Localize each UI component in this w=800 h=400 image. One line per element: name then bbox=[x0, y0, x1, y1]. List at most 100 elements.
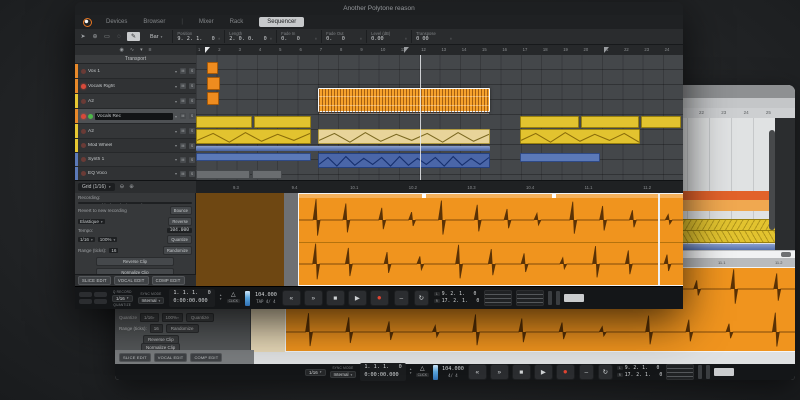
loop-button[interactable]: ↻ bbox=[598, 364, 613, 380]
bounce-button[interactable]: Bounce bbox=[170, 206, 192, 215]
stop-button[interactable]: ■ bbox=[326, 290, 345, 306]
comp-edit-button[interactable]: COMP EDIT bbox=[152, 276, 185, 285]
field-transpose[interactable]: Transpose0 00⬍ bbox=[411, 30, 456, 43]
field-level-db-[interactable]: Level (dB)0.00⬍ bbox=[366, 30, 411, 43]
clip[interactable] bbox=[641, 116, 681, 128]
vocal-edit-button[interactable]: VOCAL EDIT bbox=[154, 353, 188, 362]
quantize-pct-dropdown[interactable]: 100%▾ bbox=[162, 313, 183, 322]
quantize-button[interactable]: Quantize bbox=[167, 235, 192, 244]
audio-clip[interactable] bbox=[298, 193, 683, 286]
selected-clip[interactable] bbox=[318, 88, 490, 112]
field-position[interactable]: Position9. 2. 1. 0⬍ bbox=[172, 30, 224, 43]
record-arm-button[interactable] bbox=[81, 171, 86, 176]
scroll-thumb[interactable] bbox=[781, 252, 791, 257]
field-fade-out[interactable]: Fade Out0. 0⬍ bbox=[321, 30, 366, 43]
clip[interactable] bbox=[520, 153, 600, 162]
precount-button[interactable]: – bbox=[579, 364, 594, 380]
sync-setting[interactable]: SYNC MODE Internal▾ bbox=[330, 366, 357, 378]
transport-track-header[interactable]: Transport bbox=[75, 55, 196, 64]
solo-button[interactable]: S bbox=[189, 113, 195, 119]
clip[interactable] bbox=[520, 116, 579, 128]
play-button[interactable]: ▶ bbox=[348, 290, 367, 306]
blocks-panel[interactable] bbox=[516, 290, 544, 306]
record-button[interactable]: ● bbox=[370, 290, 389, 306]
field-value[interactable]: 9. 2. 1. 0⬍ bbox=[177, 36, 220, 42]
range-value[interactable]: 16 bbox=[109, 248, 118, 253]
solo-button[interactable]: S bbox=[189, 83, 195, 89]
menu-item-browser[interactable]: Browser bbox=[143, 19, 165, 25]
field-fade-in[interactable]: Fade In0. 0⬍ bbox=[276, 30, 321, 43]
clip[interactable] bbox=[207, 92, 219, 105]
vocal-edit-button[interactable]: VOCAL EDIT bbox=[114, 276, 149, 285]
solo-button[interactable]: S bbox=[189, 68, 195, 74]
track-row[interactable]: Vox 1▾MS bbox=[75, 64, 196, 79]
chevron-down-icon[interactable]: ▾ bbox=[175, 99, 177, 104]
fast-forward-button[interactable]: » bbox=[490, 364, 509, 380]
comp-section-divider[interactable] bbox=[658, 194, 660, 285]
position-stepper[interactable]: ▴▾ bbox=[410, 368, 412, 376]
selection-tool-icon[interactable]: ➤ bbox=[79, 33, 87, 40]
chevron-down-icon[interactable]: ▾ bbox=[175, 157, 177, 162]
stepper-icon[interactable]: ⬍ bbox=[450, 36, 452, 42]
field-value[interactable]: 0.00⬍ bbox=[371, 36, 407, 42]
quantize-value-dropdown[interactable]: 1/16▾ bbox=[140, 313, 159, 322]
transport-mode-toggles[interactable] bbox=[79, 292, 107, 304]
play-button[interactable]: ▶ bbox=[534, 364, 553, 380]
window-titlebar[interactable]: Another Polytone reason bbox=[75, 2, 683, 15]
chevron-down-icon[interactable]: ▾ bbox=[175, 69, 177, 74]
quantize-setting[interactable]: 1/16▾ bbox=[305, 369, 326, 376]
sequencer-window[interactable]: Another Polytone reason DevicesBrowser|M… bbox=[75, 2, 683, 309]
record-arm-button[interactable] bbox=[81, 143, 86, 148]
rewind-button[interactable]: « bbox=[282, 290, 301, 306]
track-row[interactable]: Vocals Right▾MS bbox=[75, 79, 196, 94]
zoom-out-icon[interactable]: ⊖ bbox=[120, 184, 125, 190]
chevron-down-icon[interactable]: ▾ bbox=[175, 114, 177, 119]
clip[interactable] bbox=[318, 153, 490, 168]
chevron-down-icon[interactable]: ▾ bbox=[175, 129, 177, 134]
quantize-button[interactable]: Quantize bbox=[186, 313, 214, 322]
track-row[interactable]: A2▾MS bbox=[75, 94, 196, 109]
solo-button[interactable]: S bbox=[189, 98, 195, 104]
fast-forward-button[interactable]: » bbox=[304, 290, 323, 306]
chevron-down-icon[interactable]: ▾ bbox=[140, 47, 143, 53]
clip[interactable] bbox=[520, 129, 640, 144]
slice-edit-button[interactable]: SLICE EDIT bbox=[119, 353, 151, 362]
field-value[interactable]: 0. 0⬍ bbox=[281, 36, 317, 42]
record-enable-icon[interactable]: ◉ bbox=[119, 47, 123, 53]
record-button[interactable]: ● bbox=[556, 364, 575, 380]
snap-value-dropdown[interactable]: Bar▾ bbox=[150, 34, 162, 40]
stepper-icon[interactable]: ⬍ bbox=[218, 36, 220, 42]
comp-edit-button[interactable]: COMP EDIT bbox=[190, 353, 222, 362]
click-section[interactable]: △CLICK bbox=[416, 367, 429, 377]
position-marker[interactable] bbox=[205, 47, 210, 53]
clip[interactable] bbox=[196, 170, 250, 179]
menu-item-devices[interactable]: Devices bbox=[106, 19, 127, 25]
clip[interactable] bbox=[196, 153, 311, 161]
rewind-button[interactable]: « bbox=[468, 364, 487, 380]
precount-button[interactable]: – bbox=[394, 290, 409, 306]
locator-marker[interactable] bbox=[604, 47, 609, 53]
bg-vertical-scrollbar[interactable] bbox=[769, 130, 775, 230]
recording-file[interactable]: TL_BV135_black_02-b2 imported bbox=[78, 202, 192, 204]
mute-button[interactable]: M bbox=[180, 143, 186, 149]
field-value[interactable]: 0 00⬍ bbox=[416, 36, 452, 42]
range-value[interactable]: 16 bbox=[150, 324, 163, 333]
click-level-meter[interactable] bbox=[433, 365, 438, 380]
clip[interactable] bbox=[254, 116, 311, 128]
tempo-value[interactable]: 104.000 bbox=[167, 228, 192, 233]
record-arm-button[interactable] bbox=[81, 69, 86, 74]
grid-dropdown[interactable]: Grid (1/16)▾ bbox=[78, 183, 115, 191]
reverse-clip-button[interactable]: Reverse Clip bbox=[96, 257, 174, 266]
mute-button[interactable]: M bbox=[180, 157, 186, 163]
quantize-record-setting[interactable]: Q RECORD 1/16▾ QUANTIZE bbox=[112, 290, 133, 307]
randomize-button[interactable]: Randomize bbox=[163, 246, 192, 255]
automation-icon[interactable]: ∿ bbox=[130, 47, 134, 53]
comp-editor[interactable] bbox=[196, 193, 683, 286]
reverse-button[interactable]: Reverse bbox=[168, 217, 192, 226]
clip[interactable] bbox=[581, 116, 639, 128]
hand-tool-icon[interactable]: ▭ bbox=[103, 33, 111, 40]
click-level-meter[interactable] bbox=[245, 291, 250, 306]
track-row[interactable]: EQ Voco▾MS bbox=[75, 167, 196, 181]
track-row[interactable]: Mod Wheel▾MS bbox=[75, 139, 196, 153]
clip[interactable] bbox=[207, 62, 218, 74]
